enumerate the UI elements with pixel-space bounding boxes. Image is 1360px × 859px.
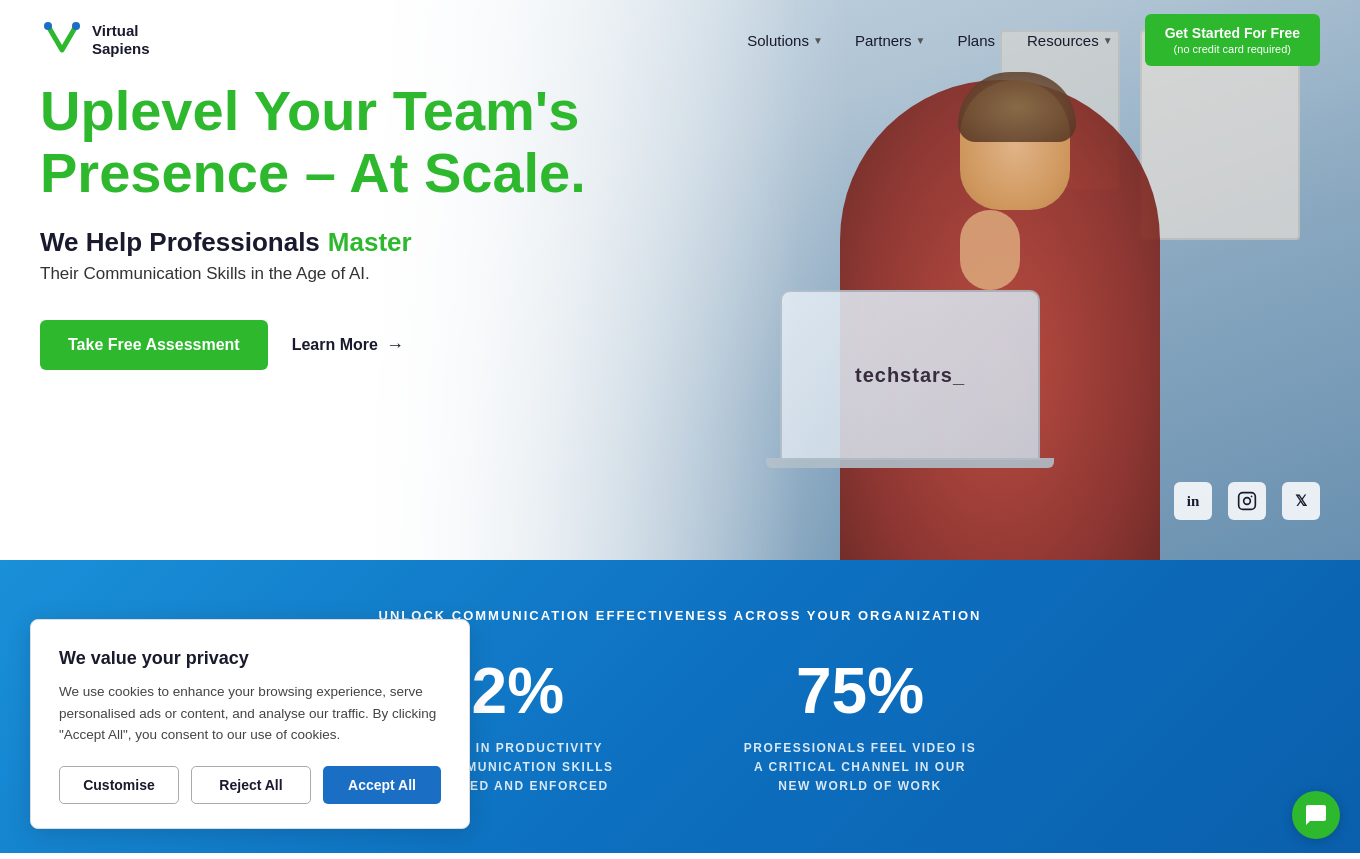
- logo-text: Virtual Sapiens: [92, 22, 150, 58]
- hero-subtitle: We Help Professionals Master: [40, 227, 660, 258]
- hero-actions: Take Free Assessment Learn More →: [40, 320, 660, 370]
- hero-title: Uplevel Your Team's Presence – At Scale.: [40, 80, 660, 203]
- nav-partners[interactable]: Partners ▼: [855, 32, 926, 49]
- stat-number-2: 75%: [740, 659, 980, 723]
- nav-resources[interactable]: Resources ▼: [1027, 32, 1113, 49]
- main-nav: Solutions ▼ Partners ▼ Plans Resources ▼…: [747, 14, 1320, 66]
- arrow-icon: →: [386, 335, 404, 356]
- instagram-icon[interactable]: [1228, 482, 1266, 520]
- chevron-down-icon: ▼: [813, 35, 823, 46]
- stat-desc-2: PROFESSIONALS FEEL VIDEO IS A CRITICAL C…: [740, 739, 980, 797]
- chat-icon: [1304, 803, 1328, 827]
- get-started-button[interactable]: Get Started For Free (no credit card req…: [1145, 14, 1320, 66]
- svg-point-4: [1251, 496, 1253, 498]
- accept-all-button[interactable]: Accept All: [323, 766, 441, 804]
- cookie-banner: We value your privacy We use cookies to …: [30, 619, 470, 829]
- cookie-actions: Customise Reject All Accept All: [59, 766, 441, 804]
- hero-content: Uplevel Your Team's Presence – At Scale.…: [40, 80, 660, 370]
- nav-solutions[interactable]: Solutions ▼: [747, 32, 823, 49]
- cookie-title: We value your privacy: [59, 648, 441, 669]
- laptop-brand: techstars_: [855, 364, 965, 387]
- chevron-down-icon: ▼: [1103, 35, 1113, 46]
- svg-point-0: [44, 22, 52, 30]
- twitter-icon[interactable]: 𝕏: [1282, 482, 1320, 520]
- cookie-text: We use cookies to enhance your browsing …: [59, 681, 441, 746]
- customise-button[interactable]: Customise: [59, 766, 179, 804]
- reject-all-button[interactable]: Reject All: [191, 766, 311, 804]
- linkedin-icon[interactable]: in: [1174, 482, 1212, 520]
- stat-item-2: 75% PROFESSIONALS FEEL VIDEO IS A CRITIC…: [740, 659, 980, 797]
- take-assessment-button[interactable]: Take Free Assessment: [40, 320, 268, 370]
- logo-icon: [40, 18, 84, 62]
- header: Virtual Sapiens Solutions ▼ Partners ▼ P…: [0, 0, 1360, 80]
- svg-point-1: [72, 22, 80, 30]
- svg-rect-2: [1239, 493, 1256, 510]
- social-icons: in 𝕏: [1174, 482, 1320, 520]
- chevron-down-icon: ▼: [916, 35, 926, 46]
- nav-plans[interactable]: Plans: [957, 32, 995, 49]
- learn-more-button[interactable]: Learn More →: [292, 335, 404, 356]
- chat-widget[interactable]: [1292, 791, 1340, 839]
- hero-section: techstars_ Uplevel Your Team's Presence …: [0, 0, 1360, 560]
- svg-point-3: [1244, 498, 1251, 505]
- hero-description: Their Communication Skills in the Age of…: [40, 264, 660, 284]
- logo[interactable]: Virtual Sapiens: [40, 18, 150, 62]
